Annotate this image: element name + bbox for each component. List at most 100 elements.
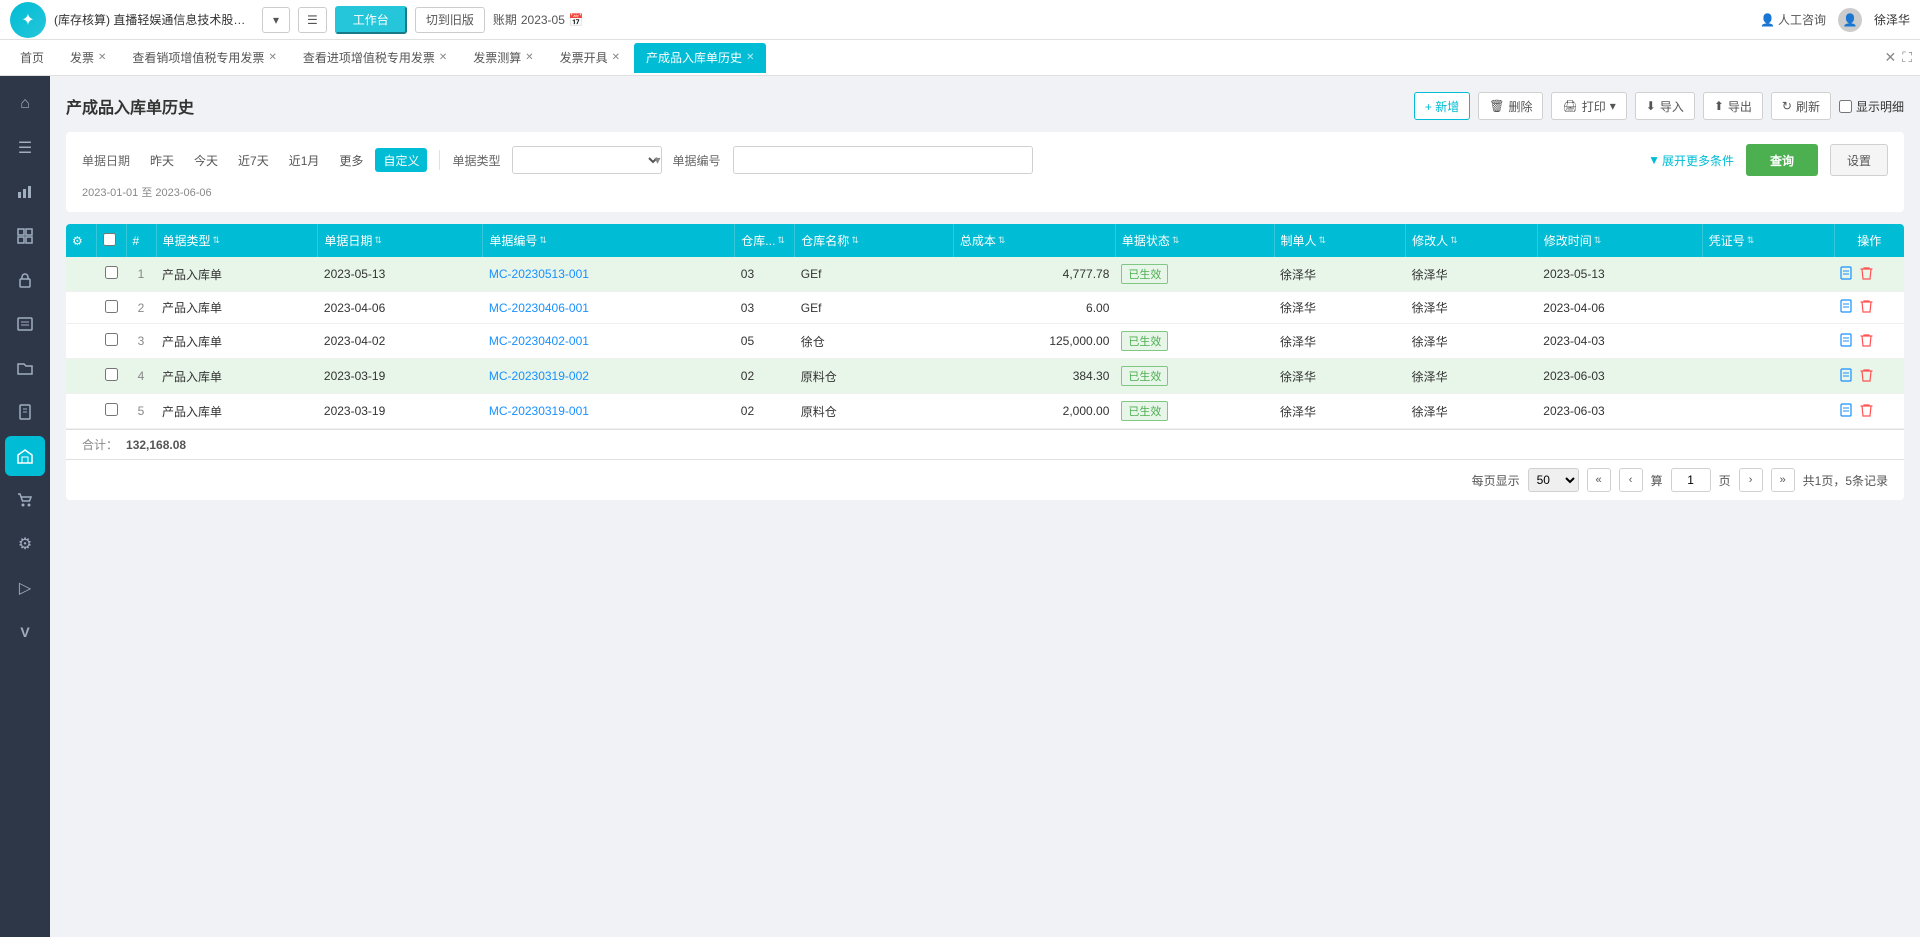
th-number[interactable]: 单据编号⇅ xyxy=(483,224,735,257)
row-checkbox[interactable] xyxy=(105,333,118,346)
tab-sales-vat[interactable]: 查看销项增值税专用发票 ✕ xyxy=(120,43,288,73)
doc-link[interactable]: MC-20230319-001 xyxy=(489,404,589,418)
doc-link[interactable]: MC-20230319-002 xyxy=(489,369,589,383)
refresh-button[interactable]: ↻ 刷新 xyxy=(1771,92,1831,120)
cell-checkbox[interactable] xyxy=(96,257,126,292)
row-checkbox[interactable] xyxy=(105,403,118,416)
sidebar-item-folder[interactable] xyxy=(5,348,45,388)
tab-invoice[interactable]: 发票 ✕ xyxy=(58,43,118,73)
switch-old-btn[interactable]: 切到旧版 xyxy=(415,7,485,33)
sidebar-item-home[interactable]: ⌂ xyxy=(5,84,45,124)
sidebar-item-tax[interactable] xyxy=(5,216,45,256)
type-filter-select[interactable] xyxy=(512,146,662,174)
company-dropdown-btn[interactable]: ▾ xyxy=(262,7,290,33)
delete-op-btn[interactable] xyxy=(1860,266,1873,283)
cell-number[interactable]: MC-20230319-002 xyxy=(483,359,735,394)
delete-op-btn[interactable] xyxy=(1860,403,1873,420)
tab-close-all-icon[interactable]: ✕ xyxy=(1884,49,1896,66)
tab-sales-vat-close[interactable]: ✕ xyxy=(268,52,276,63)
th-creator[interactable]: 制单人⇅ xyxy=(1274,224,1406,257)
doc-icon-btn[interactable]: ☰ xyxy=(298,7,327,33)
workbench-button[interactable]: 工作台 xyxy=(335,6,407,34)
last-page-btn[interactable]: » xyxy=(1771,468,1795,492)
new-button[interactable]: + 新增 xyxy=(1414,92,1470,120)
doc-link[interactable]: MC-20230402-001 xyxy=(489,334,589,348)
delete-op-btn[interactable] xyxy=(1860,299,1873,316)
th-warehouse-code[interactable]: 仓库...⇅ xyxy=(735,224,795,257)
row-checkbox[interactable] xyxy=(105,368,118,381)
row-checkbox[interactable] xyxy=(105,300,118,313)
first-page-btn[interactable]: « xyxy=(1587,468,1611,492)
sidebar-item-chart[interactable] xyxy=(5,172,45,212)
date-btn-custom[interactable]: 自定义 xyxy=(375,148,427,172)
support-label[interactable]: 👤 人工咨询 xyxy=(1760,11,1826,28)
cell-checkbox[interactable] xyxy=(96,292,126,324)
delete-op-btn[interactable] xyxy=(1860,333,1873,350)
delete-button[interactable]: 🗑 删除 xyxy=(1478,92,1543,120)
query-button[interactable]: 查询 xyxy=(1746,144,1818,176)
th-status[interactable]: 单据状态⇅ xyxy=(1115,224,1274,257)
page-input[interactable] xyxy=(1671,468,1711,492)
next-page-btn[interactable]: › xyxy=(1739,468,1763,492)
sidebar-item-book[interactable] xyxy=(5,392,45,432)
cell-number[interactable]: MC-20230319-001 xyxy=(483,394,735,429)
tab-invoice-calc-close[interactable]: ✕ xyxy=(525,52,533,63)
sidebar-item-settings[interactable]: ⚙ xyxy=(5,524,45,564)
cell-checkbox[interactable] xyxy=(96,324,126,359)
date-btn-1month[interactable]: 近1月 xyxy=(281,148,328,172)
show-detail-input[interactable] xyxy=(1839,100,1852,113)
date-btn-today[interactable]: 今天 xyxy=(186,148,226,172)
edit-op-btn[interactable] xyxy=(1840,299,1854,316)
sidebar-item-play[interactable]: ▷ xyxy=(5,568,45,608)
tab-purchase-vat-close[interactable]: ✕ xyxy=(439,52,447,63)
date-btn-7days[interactable]: 近7天 xyxy=(230,148,277,172)
row-checkbox[interactable] xyxy=(105,266,118,279)
import-button[interactable]: ⬇ 导入 xyxy=(1635,92,1695,120)
tab-invoice-close[interactable]: ✕ xyxy=(98,52,106,63)
th-settings[interactable]: ⚙ xyxy=(66,224,96,257)
th-total-cost[interactable]: 总成本⇅ xyxy=(953,224,1115,257)
th-warehouse-name[interactable]: 仓库名称⇅ xyxy=(795,224,954,257)
tab-home[interactable]: 首页 xyxy=(8,43,56,73)
sidebar-item-lock[interactable] xyxy=(5,260,45,300)
sidebar-item-warehouse[interactable] xyxy=(5,436,45,476)
cell-checkbox[interactable] xyxy=(96,359,126,394)
tab-invoice-calc[interactable]: 发票测算 ✕ xyxy=(461,43,545,73)
prev-page-btn[interactable]: ‹ xyxy=(1619,468,1643,492)
page-size-select[interactable]: 50 20 100 xyxy=(1528,468,1579,492)
sidebar-item-purchase[interactable] xyxy=(5,480,45,520)
th-type[interactable]: 单据类型⇅ xyxy=(156,224,318,257)
edit-op-btn[interactable] xyxy=(1840,266,1854,283)
number-filter-input[interactable] xyxy=(733,146,1033,174)
cell-number[interactable]: MC-20230513-001 xyxy=(483,257,735,292)
export-button[interactable]: ⬆ 导出 xyxy=(1703,92,1763,120)
print-button[interactable]: 🖨 打印 ▾ xyxy=(1551,92,1626,120)
sidebar-item-v[interactable]: V xyxy=(5,612,45,652)
sidebar-item-doc[interactable]: ☰ xyxy=(5,128,45,168)
th-voucher[interactable]: 凭证号⇅ xyxy=(1702,224,1834,257)
sidebar-item-invoice[interactable] xyxy=(5,304,45,344)
delete-op-btn[interactable] xyxy=(1860,368,1873,385)
cell-checkbox[interactable] xyxy=(96,394,126,429)
tab-maximize-icon[interactable]: ⛶ xyxy=(1902,49,1912,66)
cell-number[interactable]: MC-20230406-001 xyxy=(483,292,735,324)
th-modify-time[interactable]: 修改时间⇅ xyxy=(1537,224,1702,257)
tab-product-history[interactable]: 产成品入库单历史 ✕ xyxy=(634,43,766,73)
tab-invoice-issue-close[interactable]: ✕ xyxy=(612,52,620,63)
date-btn-more[interactable]: 更多 xyxy=(331,148,371,172)
edit-op-btn[interactable] xyxy=(1840,403,1854,420)
show-detail-checkbox[interactable]: 显示明细 xyxy=(1839,98,1904,115)
doc-link[interactable]: MC-20230406-001 xyxy=(489,301,589,315)
filter-setting-btn[interactable]: 设置 xyxy=(1830,144,1888,176)
edit-op-btn[interactable] xyxy=(1840,368,1854,385)
expand-conditions-btn[interactable]: ▼ 展开更多条件 xyxy=(1648,152,1734,169)
th-date[interactable]: 单据日期⇅ xyxy=(318,224,483,257)
tab-purchase-vat[interactable]: 查看进项增值税专用发票 ✕ xyxy=(291,43,459,73)
doc-link[interactable]: MC-20230513-001 xyxy=(489,267,589,281)
edit-op-btn[interactable] xyxy=(1840,333,1854,350)
date-btn-yesterday[interactable]: 昨天 xyxy=(142,148,182,172)
tab-product-history-close[interactable]: ✕ xyxy=(746,52,754,63)
th-modifier[interactable]: 修改人⇅ xyxy=(1406,224,1538,257)
th-checkbox[interactable] xyxy=(96,224,126,257)
select-all-checkbox[interactable] xyxy=(103,233,116,246)
